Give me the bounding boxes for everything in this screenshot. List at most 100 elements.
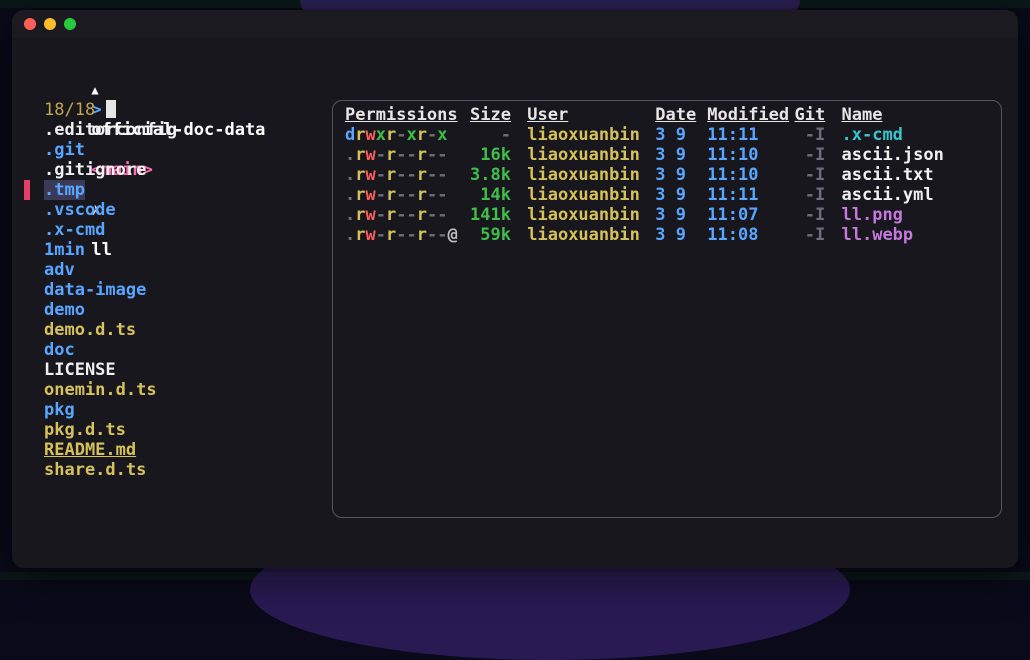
size-cell: - — [459, 125, 517, 145]
size-cell: 16k — [459, 145, 517, 165]
git-cell: -I — [783, 205, 831, 225]
list-item-label: demo.d.ts — [44, 320, 136, 340]
col-user: User — [527, 105, 649, 125]
maximize-icon[interactable] — [64, 18, 76, 30]
list-item[interactable]: 1min — [44, 240, 314, 260]
date-cell: 3 9 — [649, 145, 703, 165]
user-cell: liaoxuanbin — [527, 165, 649, 185]
list-item[interactable]: .tmp — [44, 180, 314, 200]
list-item-label: .tmp — [44, 180, 85, 200]
user-cell: liaoxuanbin — [527, 225, 649, 245]
list-item-label: .git — [44, 140, 85, 160]
user-cell: liaoxuanbin — [527, 205, 649, 225]
list-item-label: onemin.d.ts — [44, 380, 157, 400]
list-item[interactable]: onemin.d.ts — [44, 380, 314, 400]
list-item[interactable]: .gitignore — [44, 160, 314, 180]
name-cell: ll.webp — [842, 225, 1002, 245]
list-item[interactable]: .vscode — [44, 200, 314, 220]
git-cell: -I — [783, 185, 831, 205]
list-item-label: data-image — [44, 280, 146, 300]
table-header: Permissions Size User Date Modified Git … — [333, 105, 1001, 125]
perm-cell: drwxr-xr-x — [345, 125, 459, 145]
user-cell: liaoxuanbin — [527, 145, 649, 165]
col-git: Git — [783, 105, 831, 125]
list-item[interactable]: share.d.ts — [44, 460, 314, 480]
size-cell: 3.8k — [459, 165, 517, 185]
list-item-label: doc — [44, 340, 75, 360]
terminal-window: ▲ official-doc-data <main> ✗ ll > 18/18 … — [12, 10, 1018, 568]
table-row: drwxr-xr-x- liaoxuanbin3 911:11-I .x-cmd — [333, 125, 1001, 145]
close-icon[interactable] — [24, 18, 36, 30]
modified-cell: 11:11 — [703, 185, 783, 205]
date-cell: 3 9 — [649, 125, 703, 145]
user-cell: liaoxuanbin — [527, 125, 649, 145]
list-item-label: LICENSE — [44, 360, 116, 380]
list-item-label: 1min — [44, 240, 85, 260]
list-item-label: .x-cmd — [44, 220, 105, 240]
col-name: Name — [842, 105, 1002, 125]
cursor — [106, 100, 116, 118]
list-item[interactable]: .x-cmd — [44, 220, 314, 240]
name-cell: ascii.json — [842, 145, 1002, 165]
modified-cell: 11:10 — [703, 165, 783, 185]
result-count: 18/18 — [44, 100, 95, 120]
git-cell: -I — [783, 125, 831, 145]
date-cell: 3 9 — [649, 225, 703, 245]
git-cell: -I — [783, 225, 831, 245]
list-item[interactable]: README.md — [44, 440, 314, 460]
list-item[interactable]: pkg.d.ts — [44, 420, 314, 440]
list-item[interactable]: data-image — [44, 280, 314, 300]
list-item[interactable]: LICENSE — [44, 360, 314, 380]
minimize-icon[interactable] — [44, 18, 56, 30]
perm-cell: .rw-r--r-- — [345, 205, 459, 225]
table-row: .rw-r--r--141k liaoxuanbin3 911:07-I ll.… — [333, 205, 1001, 225]
list-item-label: adv — [44, 260, 75, 280]
size-cell: 59k — [459, 225, 517, 245]
name-cell: ll.png — [842, 205, 1002, 225]
list-item[interactable]: doc — [44, 340, 314, 360]
name-cell: ascii.yml — [842, 185, 1002, 205]
list-item[interactable]: pkg — [44, 400, 314, 420]
table-row: .rw-r--r--14k liaoxuanbin3 911:11-I asci… — [333, 185, 1001, 205]
size-cell: 141k — [459, 205, 517, 225]
list-item-label: .vscode — [44, 200, 116, 220]
perm-cell: .rw-r--r-- — [345, 145, 459, 165]
list-item-label: pkg — [44, 400, 75, 420]
date-cell: 3 9 — [649, 185, 703, 205]
name-cell: .x-cmd — [842, 125, 1002, 145]
col-size: Size — [459, 105, 517, 125]
modified-cell: 11:10 — [703, 145, 783, 165]
modified-cell: 11:08 — [703, 225, 783, 245]
list-item[interactable]: demo — [44, 300, 314, 320]
list-item[interactable]: .editorconfig — [44, 120, 314, 140]
list-item[interactable]: adv — [44, 260, 314, 280]
list-item[interactable]: demo.d.ts — [44, 320, 314, 340]
date-cell: 3 9 — [649, 165, 703, 185]
list-item-label: share.d.ts — [44, 460, 146, 480]
col-modified: Modified — [703, 105, 783, 125]
col-date: Date — [649, 105, 703, 125]
git-cell: -I — [783, 165, 831, 185]
table-row: .rw-r--r--3.8k liaoxuanbin3 911:10-I asc… — [333, 165, 1001, 185]
table-row: .rw-r--r--16k liaoxuanbin3 911:10-I asci… — [333, 145, 1001, 165]
perm-cell: .rw-r--r-- — [345, 185, 459, 205]
perm-cell: .rw-r--r--@ — [345, 225, 459, 245]
list-item-label: demo — [44, 300, 85, 320]
col-permissions: Permissions — [345, 105, 459, 125]
list-item-label: .gitignore — [44, 160, 146, 180]
date-cell: 3 9 — [649, 205, 703, 225]
list-item[interactable]: .git — [44, 140, 314, 160]
preview-pane: Permissions Size User Date Modified Git … — [332, 100, 1002, 518]
user-cell: liaoxuanbin — [527, 185, 649, 205]
size-cell: 14k — [459, 185, 517, 205]
titlebar — [12, 10, 1018, 38]
modified-cell: 11:11 — [703, 125, 783, 145]
list-item-label: .editorconfig — [44, 120, 177, 140]
perm-cell: .rw-r--r-- — [345, 165, 459, 185]
file-list[interactable]: .editorconfig.git.gitignore.tmp.vscode.x… — [44, 120, 314, 480]
name-cell: ascii.txt — [842, 165, 1002, 185]
modified-cell: 11:07 — [703, 205, 783, 225]
table-row: .rw-r--r--@59k liaoxuanbin3 911:08-I ll.… — [333, 225, 1001, 245]
list-item-label: pkg.d.ts — [44, 420, 126, 440]
list-item-label: README.md — [44, 440, 136, 460]
